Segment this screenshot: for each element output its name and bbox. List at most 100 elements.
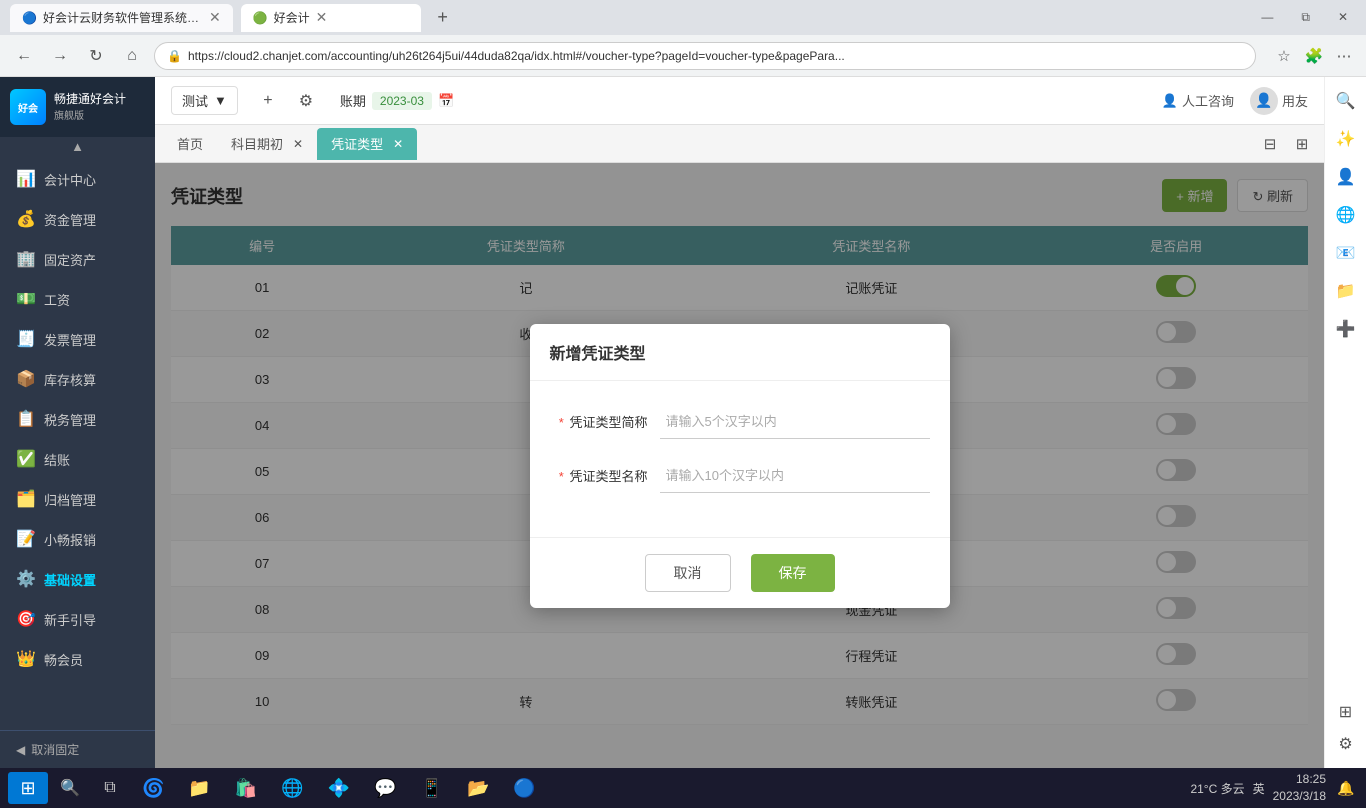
report-icon: 📝 (16, 529, 36, 549)
browser-menu[interactable]: ⋯ (1332, 44, 1356, 68)
archive-icon: 🗂️ (16, 489, 36, 509)
sidebar-item-invoice[interactable]: 🧾 发票管理 (0, 319, 155, 359)
window-controls: — ⧉ ✕ (1253, 8, 1356, 27)
favorites-icon[interactable]: ☆ (1272, 44, 1296, 68)
sidebar-item-inventory[interactable]: 📦 库存核算 (0, 359, 155, 399)
sidebar-label-settings: 基础设置 (44, 570, 96, 589)
full-name-label: * 凭证类型名称 (550, 466, 660, 485)
tab1-close[interactable]: ✕ (209, 9, 221, 26)
right-user-button[interactable]: 👤 (1330, 161, 1362, 193)
right-grid-button[interactable]: ⊞ (1330, 696, 1362, 728)
taskbar-time: 18:25 2023/3/18 (1273, 771, 1326, 805)
sidebar-item-dashboard[interactable]: 📊 会计中心 (0, 159, 155, 199)
right-star-button[interactable]: ✨ (1330, 123, 1362, 155)
wechat-icon: 💬 (374, 778, 396, 799)
period-info: 账期 2023-03 📅 (340, 91, 454, 110)
cancel-pin-button[interactable]: ◀ 取消固定 (0, 730, 155, 768)
sidebar-item-payroll[interactable]: 💵 工资 (0, 279, 155, 319)
store-app[interactable]: 🛍️ (225, 772, 267, 804)
sidebar-item-settle[interactable]: ✅ 结账 (0, 439, 155, 479)
right-folder-button[interactable]: 📁 (1330, 275, 1362, 307)
edge2-icon: 💠 (328, 778, 350, 799)
back-button[interactable]: ← (10, 42, 38, 70)
sidebar-label-inventory: 库存核算 (44, 370, 96, 389)
app3-taskbar[interactable]: 🔵 (503, 772, 545, 804)
save-button[interactable]: 保存 (751, 554, 835, 592)
add-workspace-button[interactable]: + (254, 87, 282, 115)
user-button[interactable]: 👤 用友 (1250, 87, 1308, 115)
main-area: 测试 ▼ + ⚙ 账期 2023-03 📅 👤 人工咨询 👤 用友 (155, 77, 1324, 768)
address-bar[interactable]: 🔒 https://cloud2.chanjet.com/accounting/… (154, 42, 1256, 70)
period-label: 账期 (340, 91, 366, 110)
notification-button[interactable]: 🔔 (1334, 776, 1358, 800)
right-gear-button[interactable]: ⚙ (1330, 728, 1362, 760)
sidebar-label-payroll: 工资 (44, 290, 70, 309)
right-add-button[interactable]: ➕ (1330, 313, 1362, 345)
sidebar-item-member[interactable]: 👑 畅会员 (0, 639, 155, 679)
chrome-icon: 🌐 (281, 778, 303, 799)
right-mail-button[interactable]: 📧 (1330, 237, 1362, 269)
short-name-input[interactable] (660, 405, 930, 439)
maximize-button[interactable]: ⧉ (1293, 8, 1318, 27)
sidebar-item-guide[interactable]: 🎯 新手引导 (0, 599, 155, 639)
sidebar-item-capital[interactable]: 💰 资金管理 (0, 199, 155, 239)
explorer-app[interactable]: 📁 (178, 772, 220, 804)
refresh-button[interactable]: ↻ (82, 42, 110, 70)
required-mark-short: * (559, 415, 564, 430)
cancel-pin-label: 取消固定 (31, 741, 79, 758)
minimize-button[interactable]: — (1253, 8, 1281, 27)
tab-voucher-type[interactable]: 凭证类型 ✕ (317, 128, 417, 160)
sidebar-item-report[interactable]: 📝 小畅报销 (0, 519, 155, 559)
sidebar-label-member: 畅会员 (44, 650, 83, 669)
short-name-row: * 凭证类型简称 (550, 405, 930, 439)
new-tab-button[interactable]: + (429, 4, 457, 32)
sidebar-label-settle: 结账 (44, 450, 70, 469)
right-globe-button[interactable]: 🌐 (1330, 199, 1362, 231)
settings-gear-button[interactable]: ⚙ (292, 87, 320, 115)
extensions-icon[interactable]: 🧩 (1302, 44, 1326, 68)
tab-home[interactable]: 首页 (163, 128, 217, 160)
tab2-icon: 🟢 (253, 11, 268, 25)
sidebar-scroll-up[interactable]: ▲ (0, 137, 155, 155)
wechat-app[interactable]: 💬 (364, 772, 406, 804)
forward-button[interactable]: → (46, 42, 74, 70)
tab-voucher-close[interactable]: ✕ (393, 137, 403, 151)
tab-voucher-label: 凭证类型 (331, 134, 383, 153)
tab-maximize-button[interactable]: ⊞ (1288, 130, 1316, 158)
app2-taskbar[interactable]: 📂 (457, 772, 499, 804)
cancel-button[interactable]: 取消 (645, 554, 731, 592)
tab-subjects[interactable]: 科目期初 ✕ (217, 128, 317, 160)
workspace-selector[interactable]: 测试 ▼ (171, 86, 238, 115)
app1-taskbar[interactable]: 📱 (411, 772, 453, 804)
consult-button[interactable]: 👤 人工咨询 (1162, 91, 1234, 110)
sidebar-label-guide: 新手引导 (44, 610, 96, 629)
sidebar-item-archive[interactable]: 🗂️ 归档管理 (0, 479, 155, 519)
sidebar-item-tax[interactable]: 📋 税务管理 (0, 399, 155, 439)
close-button[interactable]: ✕ (1330, 8, 1356, 27)
app1-icon: 📱 (421, 778, 443, 799)
chrome-app[interactable]: 🌐 (271, 772, 313, 804)
edge2-app[interactable]: 💠 (318, 772, 360, 804)
workspace-chevron: ▼ (214, 93, 227, 108)
home-button[interactable]: ⌂ (118, 42, 146, 70)
search-taskbar-button[interactable]: 🔍 (52, 772, 88, 804)
tab-minimize-button[interactable]: ⊟ (1256, 130, 1284, 158)
sidebar-item-settings[interactable]: ⚙️ 基础设置 (0, 559, 155, 599)
pin-icon: ◀ (16, 743, 25, 757)
tab2-close[interactable]: ✕ (316, 9, 328, 26)
right-search-button[interactable]: 🔍 (1330, 85, 1362, 117)
taskview-button[interactable]: ⧉ (92, 772, 128, 804)
sidebar-item-assets[interactable]: 🏢 固定资产 (0, 239, 155, 279)
tab-subjects-close[interactable]: ✕ (293, 137, 303, 151)
start-button[interactable]: ⊞ (8, 772, 48, 804)
browser-tab-1[interactable]: 🔵 好会计云财务软件管理系统_会计 ✕ (10, 4, 233, 32)
store-icon: 🛍️ (235, 778, 257, 799)
period-lock-icon: 📅 (438, 93, 454, 109)
settle-icon: ✅ (16, 449, 36, 469)
full-name-input[interactable] (660, 459, 930, 493)
edge-app[interactable]: 🌀 (132, 772, 174, 804)
consult-label: 人工咨询 (1182, 91, 1234, 110)
browser-tab-2[interactable]: 🟢 好会计 ✕ (241, 4, 421, 32)
dashboard-icon: 📊 (16, 169, 36, 189)
tabs-actions: ⊟ ⊞ (1256, 130, 1316, 158)
